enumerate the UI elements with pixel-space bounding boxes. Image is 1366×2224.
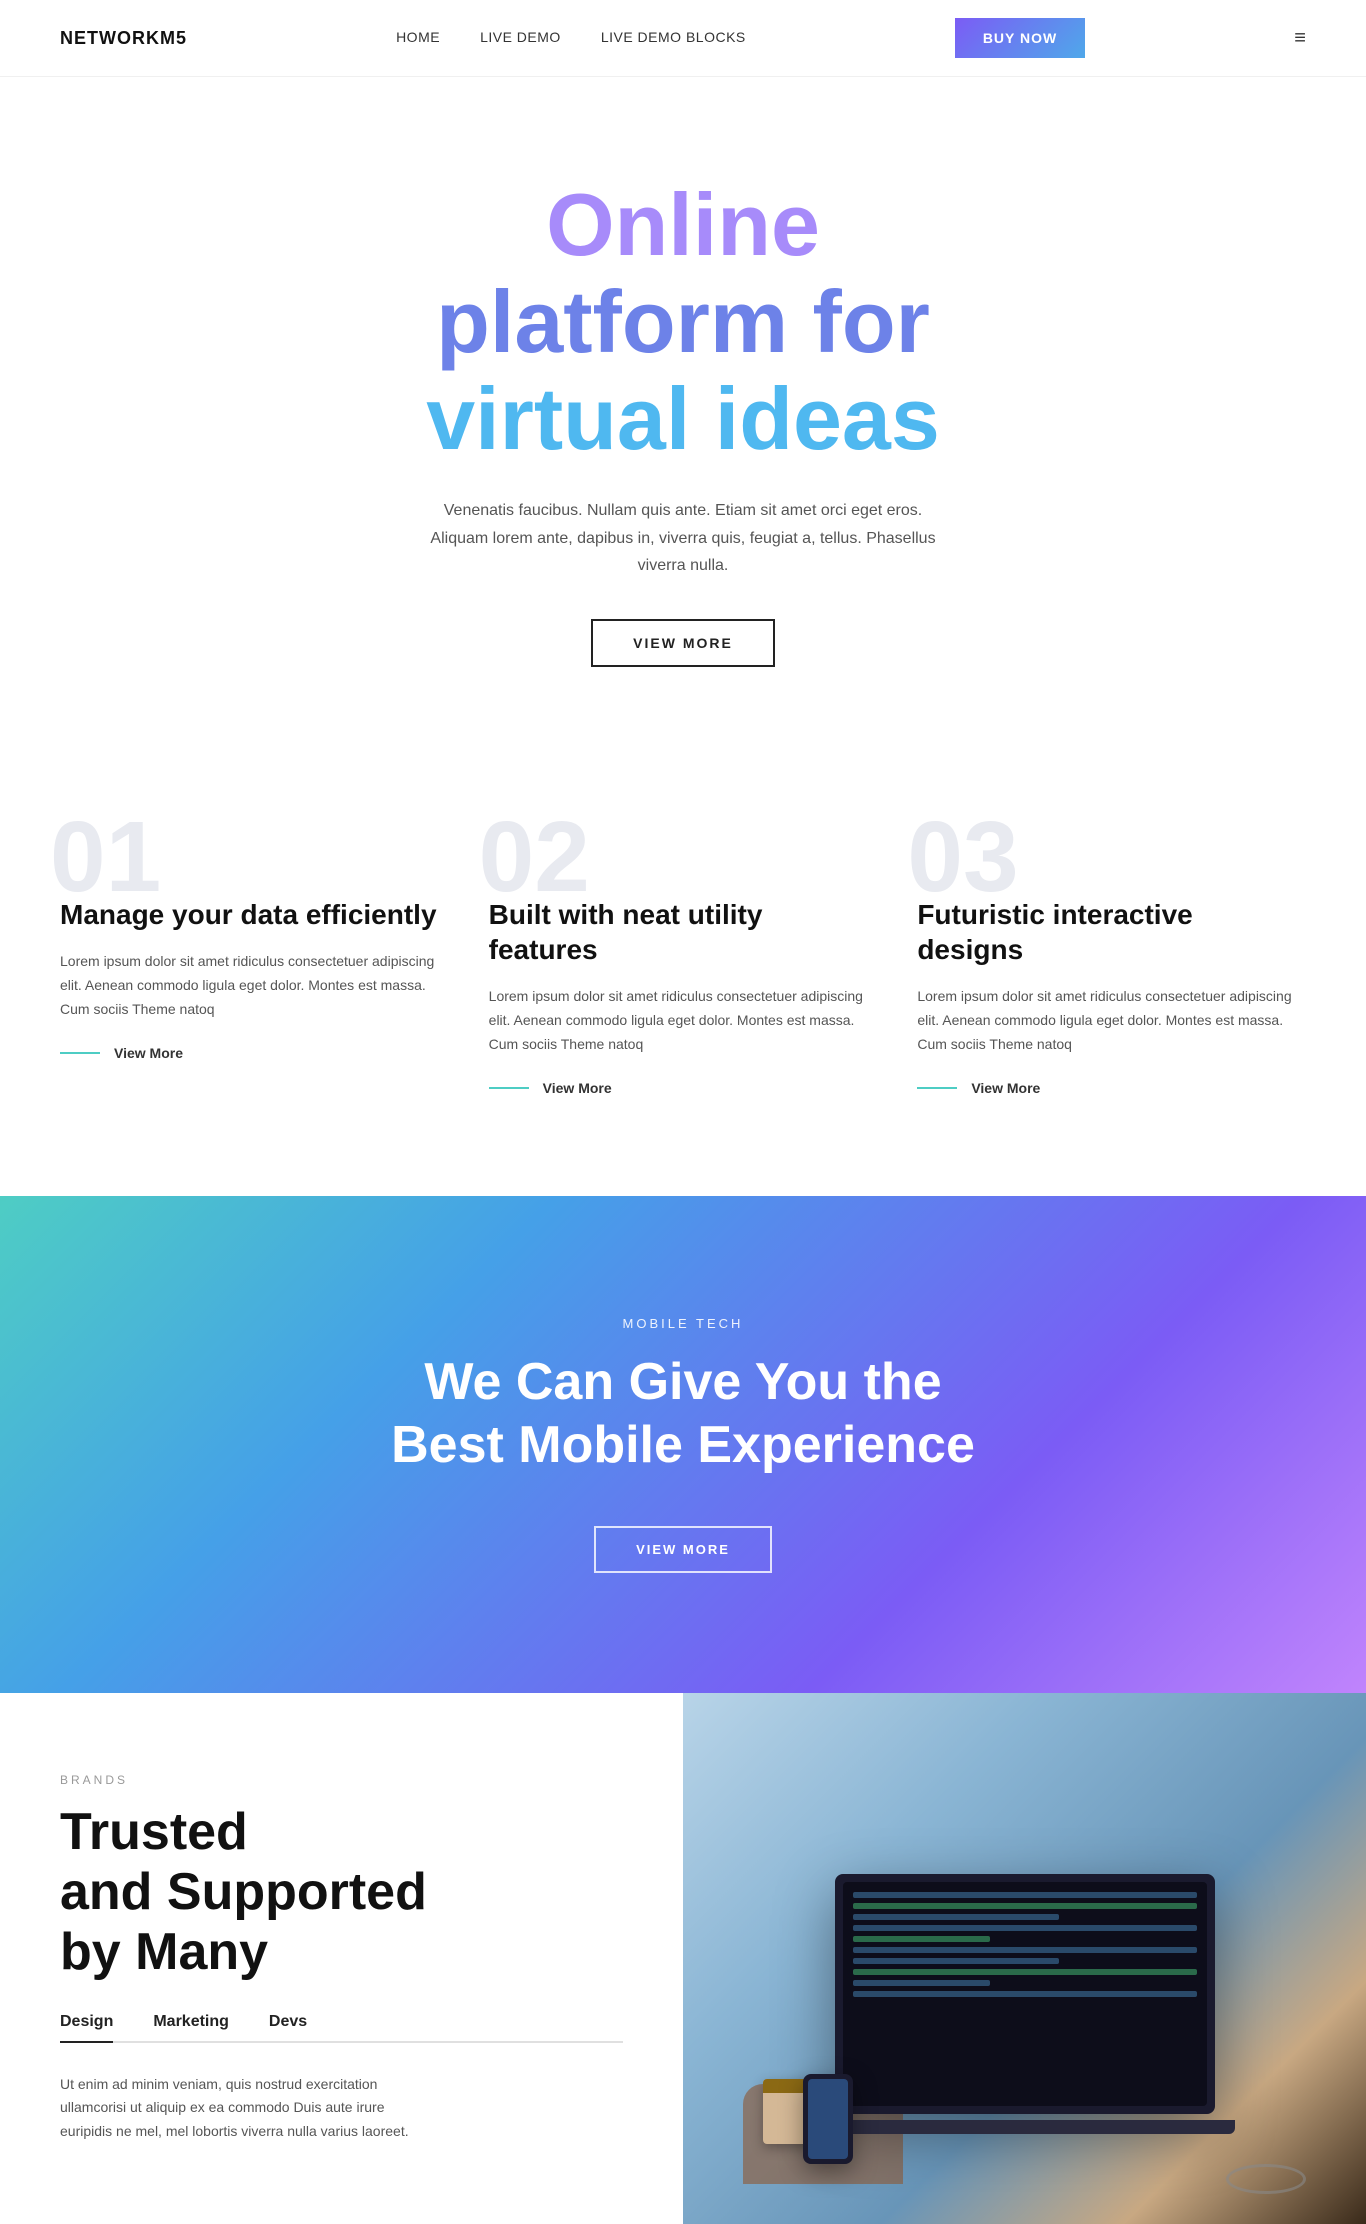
brands-section: BRANDS Trusted and Supported by Many Des… [0, 1693, 1366, 2224]
nav-links: HOME LIVE DEMO LIVE DEMO BLOCKS [396, 29, 746, 47]
feature-content-1: Manage your data efficiently Lorem ipsum… [60, 847, 449, 1061]
screen-line-8 [853, 1969, 1197, 1975]
feature-content-2: Built with neat utility features Lorem i… [489, 847, 878, 1096]
feature-content-3: Futuristic interactive designs Lorem ips… [917, 847, 1306, 1096]
laptop-screen [843, 1882, 1207, 2106]
feature-card-1: 01 Manage your data efficiently Lorem ip… [60, 827, 449, 1096]
brands-body-text: Ut enim ad minim veniam, quis nostrud ex… [60, 2073, 440, 2144]
laptop-decoration [835, 1874, 1215, 2114]
feature-title-3: Futuristic interactive designs [917, 897, 1306, 967]
screen-line-3 [853, 1914, 1059, 1920]
feature-card-2: 02 Built with neat utility features Lore… [489, 827, 878, 1096]
nav-live-demo-blocks[interactable]: LIVE DEMO BLOCKS [601, 29, 746, 47]
feature-text-3: Lorem ipsum dolor sit amet ridiculus con… [917, 985, 1306, 1056]
screen-line-1 [853, 1892, 1197, 1898]
feature-view-more-1[interactable]: View More [114, 1045, 183, 1061]
feature-title-2: Built with neat utility features [489, 897, 878, 967]
brands-tab-design[interactable]: Design [60, 2013, 113, 2043]
feature-view-more-2[interactable]: View More [543, 1080, 612, 1096]
phone-screen [808, 2079, 848, 2159]
hero-view-more-button[interactable]: VIEW MORE [591, 619, 775, 667]
brands-image [683, 1693, 1366, 2224]
feature-link-wrap-1: View More [60, 1045, 449, 1061]
hero-section: Online platform for virtual ideas Venena… [0, 77, 1366, 747]
laptop-base [815, 2120, 1235, 2134]
menu-icon[interactable]: ≡ [1294, 27, 1306, 50]
feature-link-line-3 [917, 1087, 957, 1089]
mobile-tech-view-more-button[interactable]: VIEW MORE [594, 1526, 772, 1573]
screen-line-5 [853, 1936, 991, 1942]
feature-text-1: Lorem ipsum dolor sit amet ridiculus con… [60, 950, 449, 1021]
hero-title: Online platform for virtual ideas [60, 177, 1306, 467]
feature-card-3: 03 Futuristic interactive designs Lorem … [917, 827, 1306, 1096]
brands-left-panel: BRANDS Trusted and Supported by Many Des… [0, 1693, 683, 2224]
feature-title-1: Manage your data efficiently [60, 897, 449, 932]
brands-title: Trusted and Supported by Many [60, 1803, 623, 1982]
brands-right-image [683, 1693, 1366, 2224]
feature-view-more-3[interactable]: View More [971, 1080, 1040, 1096]
buy-now-button[interactable]: BUY NOW [955, 18, 1085, 58]
screen-line-6 [853, 1947, 1197, 1953]
screen-line-10 [853, 1991, 1197, 1997]
nav-home[interactable]: HOME [396, 29, 440, 47]
screen-line-9 [853, 1980, 991, 1986]
phone-decoration [803, 2074, 853, 2164]
brands-tab-devs[interactable]: Devs [269, 2013, 307, 2043]
nav-live-demo[interactable]: LIVE DEMO [480, 29, 561, 47]
feature-text-2: Lorem ipsum dolor sit amet ridiculus con… [489, 985, 878, 1056]
brands-tabs: Design Marketing Devs [60, 2013, 623, 2043]
screen-line-7 [853, 1958, 1059, 1964]
feature-link-wrap-3: View More [917, 1080, 1306, 1096]
mobile-tech-section: MOBILE TECH We Can Give You the Best Mob… [0, 1196, 1366, 1693]
glasses-decoration [1226, 2164, 1306, 2194]
hero-subtitle: Venenatis faucibus. Nullam quis ante. Et… [423, 497, 943, 579]
brands-label: BRANDS [60, 1773, 623, 1787]
screen-line-2 [853, 1903, 1197, 1909]
feature-link-line-2 [489, 1087, 529, 1089]
feature-link-line-1 [60, 1052, 100, 1054]
logo[interactable]: NETWORKM5 [60, 28, 187, 49]
navbar: NETWORKM5 HOME LIVE DEMO LIVE DEMO BLOCK… [0, 0, 1366, 77]
mobile-tech-label: MOBILE TECH [60, 1316, 1306, 1331]
screen-lines [843, 1882, 1207, 2012]
image-overlay [683, 1693, 1366, 2224]
mobile-tech-title: We Can Give You the Best Mobile Experien… [60, 1351, 1306, 1476]
brands-tab-marketing[interactable]: Marketing [153, 2013, 229, 2043]
feature-link-wrap-2: View More [489, 1080, 878, 1096]
features-section: 01 Manage your data efficiently Lorem ip… [0, 747, 1366, 1196]
screen-line-4 [853, 1925, 1197, 1931]
